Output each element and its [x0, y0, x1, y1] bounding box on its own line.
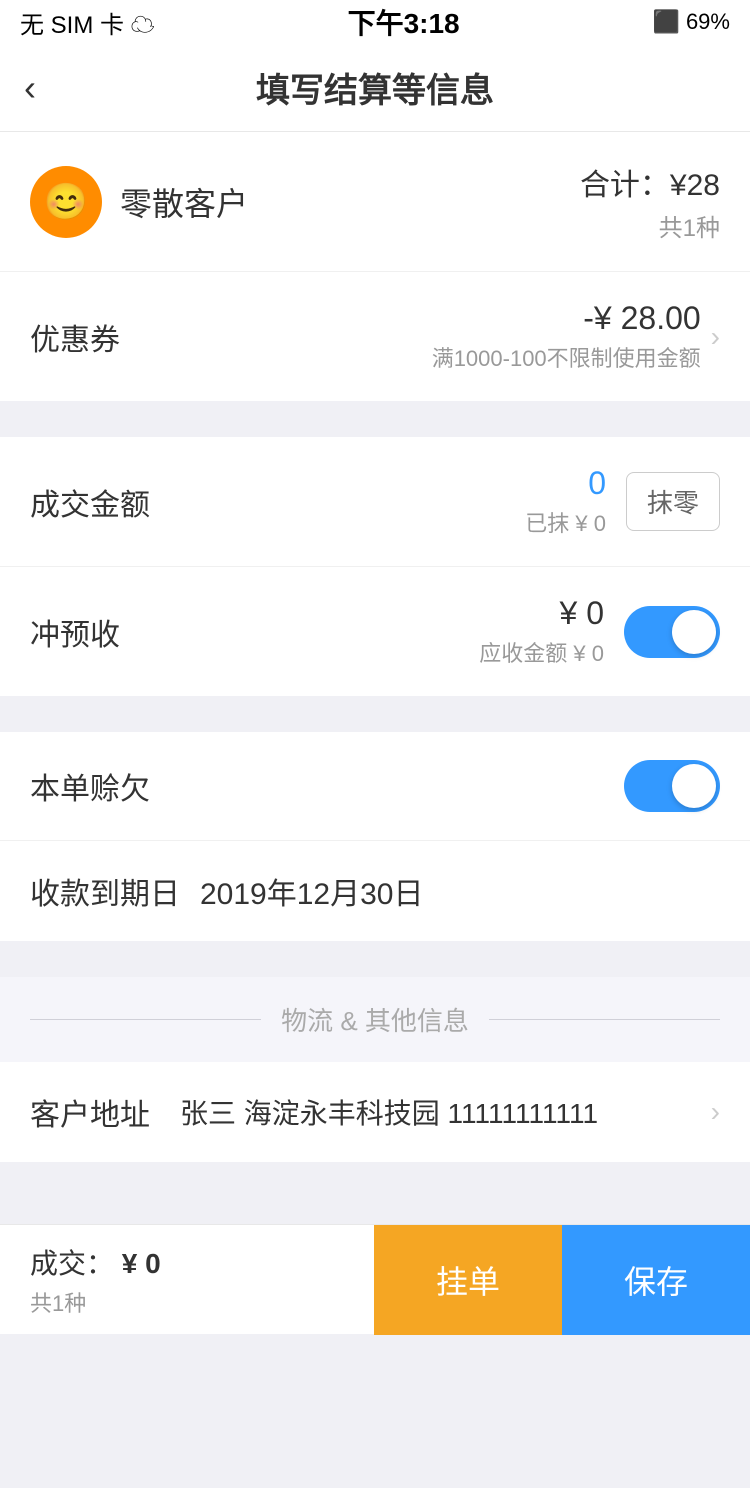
- transaction-amount-area: 0 已抹 ¥ 0: [525, 465, 606, 538]
- credit-row: 本单赊欠: [0, 732, 750, 840]
- logistics-line-left: [30, 1019, 261, 1020]
- bottom-count: 共1种: [30, 1286, 344, 1318]
- coupon-desc: 满1000-100不限制使用金额: [432, 341, 701, 373]
- back-button[interactable]: ‹: [24, 67, 36, 109]
- customer-total: 合计：¥28 共1种: [580, 160, 720, 243]
- credit-label: 本单赊欠: [30, 764, 150, 808]
- coupon-label: 优惠券: [30, 315, 120, 359]
- avatar: 😊: [30, 166, 102, 238]
- coupon-info: -¥ 28.00 满1000-100不限制使用金额: [432, 300, 701, 373]
- total-amount: 合计：¥28: [580, 160, 720, 204]
- customer-row: 😊 零散客户 合计：¥28 共1种: [0, 132, 750, 271]
- prereceive-sub: 应收金额 ¥ 0: [479, 636, 604, 668]
- page-title: 填写结算等信息: [256, 63, 494, 112]
- coupon-discount: -¥ 28.00: [432, 300, 701, 337]
- round-button[interactable]: 抹零: [626, 472, 720, 531]
- chevron-right-icon: ›: [711, 321, 720, 353]
- pending-button-label: 挂单: [436, 1257, 500, 1303]
- duedate-row[interactable]: 收款到期日 2019年12月30日: [0, 840, 750, 941]
- transaction-row: 成交金额 0 已抹 ¥ 0 抹零: [0, 437, 750, 566]
- address-label: 客户地址: [30, 1090, 150, 1134]
- avatar-icon: 😊: [44, 181, 89, 223]
- prereceive-right: ¥ 0 应收金额 ¥ 0: [479, 595, 720, 668]
- transaction-right: 0 已抹 ¥ 0 抹零: [525, 465, 720, 538]
- battery-icon: ⬛: [653, 9, 680, 35]
- credit-section: 本单赊欠 收款到期日 2019年12月30日: [0, 732, 750, 941]
- logistics-divider: 物流 & 其他信息: [0, 977, 750, 1062]
- battery-percent: 69%: [686, 9, 730, 35]
- bottom-summary: 成交： ¥ 0 共1种: [0, 1242, 374, 1318]
- sim-status: 无 SIM 卡 ☁: [20, 5, 155, 40]
- logistics-line-right: [489, 1019, 720, 1020]
- customer-name: 零散客户: [120, 179, 248, 225]
- nav-bar: ‹ 填写结算等信息: [0, 44, 750, 132]
- status-time: 下午3:18: [348, 2, 460, 42]
- divider-2: [0, 712, 750, 732]
- prereceive-label: 冲预收: [30, 610, 120, 654]
- transaction-value[interactable]: 0: [525, 465, 606, 502]
- status-right: ⬛ 69%: [653, 9, 730, 35]
- address-section: 客户地址 张三 海淀永丰科技园 11111111111 ›: [0, 1062, 750, 1162]
- toggle-knob: [672, 610, 716, 654]
- bottom-transaction-amount: ¥ 0: [122, 1248, 161, 1279]
- credit-toggle[interactable]: [624, 760, 720, 812]
- transaction-section: 成交金额 0 已抹 ¥ 0 抹零 冲预收 ¥ 0 应收金额 ¥ 0: [0, 437, 750, 696]
- address-value: 张三 海淀永丰科技园 11111111111: [180, 1092, 711, 1132]
- prereceive-amount: ¥ 0: [479, 595, 604, 632]
- credit-toggle-knob: [672, 764, 716, 808]
- bottom-bar: 成交： ¥ 0 共1种 挂单 保存: [0, 1224, 750, 1334]
- customer-section: 😊 零散客户 合计：¥28 共1种 优惠券 -¥ 28.00 满1000-100…: [0, 132, 750, 401]
- status-left: 无 SIM 卡 ☁: [20, 5, 155, 40]
- divider-1: [0, 417, 750, 437]
- duedate-value: 2019年12月30日: [200, 869, 423, 913]
- customer-info: 😊 零散客户: [30, 166, 248, 238]
- prereceive-info: ¥ 0 应收金额 ¥ 0: [479, 595, 604, 668]
- bottom-transaction-row: 成交： ¥ 0: [30, 1242, 344, 1282]
- divider-3: [0, 957, 750, 977]
- pending-button[interactable]: 挂单: [374, 1225, 562, 1335]
- coupon-right: -¥ 28.00 满1000-100不限制使用金额 ›: [432, 300, 720, 373]
- transaction-label: 成交金额: [30, 480, 150, 524]
- bottom-transaction-label: 成交：: [30, 1248, 114, 1279]
- prereceive-row: 冲预收 ¥ 0 应收金额 ¥ 0: [0, 566, 750, 696]
- transaction-sub: 已抹 ¥ 0: [525, 506, 606, 538]
- save-button-label: 保存: [624, 1257, 688, 1303]
- item-count: 共1种: [580, 208, 720, 243]
- save-button[interactable]: 保存: [562, 1225, 750, 1335]
- address-row[interactable]: 客户地址 张三 海淀永丰科技园 11111111111 ›: [0, 1062, 750, 1162]
- status-bar: 无 SIM 卡 ☁ 下午3:18 ⬛ 69%: [0, 0, 750, 44]
- coupon-row[interactable]: 优惠券 -¥ 28.00 满1000-100不限制使用金额 ›: [0, 271, 750, 401]
- logistics-text: 物流 & 其他信息: [261, 1001, 489, 1038]
- duedate-label: 收款到期日: [30, 869, 180, 913]
- prereceive-toggle[interactable]: [624, 606, 720, 658]
- address-chevron-icon: ›: [711, 1096, 720, 1128]
